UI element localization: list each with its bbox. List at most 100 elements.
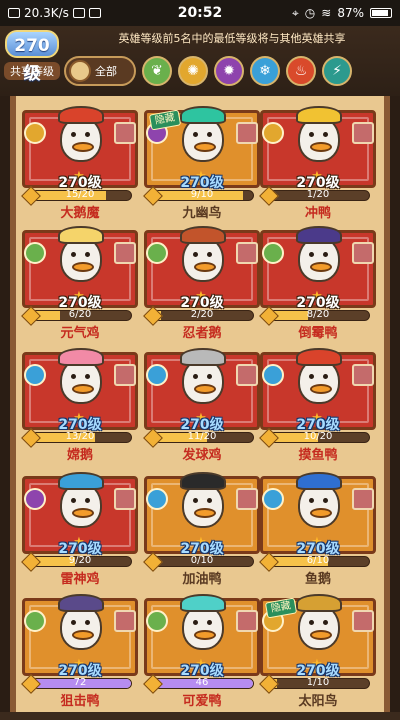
shard-count: 9/20 xyxy=(68,555,92,566)
hero-card[interactable]: ★ 270级 6/20 元气鸡 xyxy=(21,222,138,341)
battery-percent: 87% xyxy=(337,6,364,20)
element-icon xyxy=(24,488,46,510)
shard-count: 8/20 xyxy=(306,309,330,320)
filter-all-label: 全部 xyxy=(95,65,117,78)
crossed-swords-icon xyxy=(236,488,258,510)
shard-count: 1/10 xyxy=(306,677,330,688)
hero-card[interactable]: ★ 270级 8/20 倒霉鸭 xyxy=(259,222,376,341)
leaf-icon: ❦ xyxy=(151,63,163,79)
hero-name: 摸鱼鸭 xyxy=(298,448,338,463)
shared-level-value: 270级 xyxy=(5,30,59,84)
hero-name: 冲鸭 xyxy=(304,206,331,221)
shard-count: 0/10 xyxy=(190,555,214,566)
battery-icon xyxy=(370,8,392,18)
hero-card[interactable]: ★ 270级 13/20 嫦鹅 xyxy=(21,344,138,463)
location-icon: ⌖ xyxy=(292,5,299,20)
shared-level-notice: 英雄等级前5名中的最低等级将与其他英雄共享 xyxy=(118,32,346,45)
crossed-swords-icon xyxy=(114,364,136,386)
hero-card[interactable]: ★ 270级 1/20 冲鸭 xyxy=(259,102,376,221)
sun-icon: ✺ xyxy=(187,63,199,79)
signal-icon xyxy=(8,8,20,18)
hero-card[interactable]: ★ 270级 15/20 大鹅魔 xyxy=(21,102,138,221)
hero-name: 雷神鸡 xyxy=(60,572,100,587)
status-bar: 20.3K/s 20:52 ⌖ ◷ ≋ 87% xyxy=(0,0,400,26)
crossed-swords-icon xyxy=(352,488,374,510)
hero-name: 倒霉鸭 xyxy=(298,326,338,341)
element-icon xyxy=(24,242,46,264)
filter-leaf-button[interactable]: ❦ xyxy=(142,56,172,86)
filter-ice-button[interactable]: ❄ xyxy=(250,56,280,86)
element-icon xyxy=(262,122,284,144)
fire-icon: ♨ xyxy=(294,63,308,79)
crossed-swords-icon xyxy=(236,242,258,264)
clock: 20:52 xyxy=(177,5,223,21)
shard-count: 46 xyxy=(195,677,209,688)
crossed-swords-icon xyxy=(236,122,258,144)
shard-count: 6/20 xyxy=(68,309,92,320)
element-filter-bar: 全部 ❦ ✺ ✹ ❄ ♨ ⚡ xyxy=(64,52,398,90)
hero-card[interactable]: ★ 270级 72 狙击鸭 xyxy=(21,590,138,709)
element-icon xyxy=(146,364,168,386)
hero-card[interactable]: ★ 270级 10/20 摸鱼鸭 xyxy=(259,344,376,463)
hero-card[interactable]: ★ 270级 9/20 雷神鸡 xyxy=(21,468,138,587)
status-right: ⌖ ◷ ≋ 87% xyxy=(242,6,392,21)
filter-dark-button[interactable]: ✹ xyxy=(214,56,244,86)
filter-thunder-button[interactable]: ⚡ xyxy=(322,56,352,86)
thunder-icon: ⚡ xyxy=(332,63,342,79)
shard-count: 72 xyxy=(73,677,87,688)
crossed-swords-icon xyxy=(114,610,136,632)
hero-name: 狙击鸭 xyxy=(60,694,100,709)
hero-header: 270级 共享等级 英雄等级前5名中的最低等级将与其他英雄共享 全部 ❦ ✺ ✹… xyxy=(0,26,400,96)
crossed-swords-icon xyxy=(114,488,136,510)
shard-count: 10/20 xyxy=(303,431,333,442)
hero-name: 加油鸭 xyxy=(182,572,222,587)
element-icon xyxy=(146,242,168,264)
crossed-swords-icon xyxy=(114,122,136,144)
element-icon xyxy=(262,488,284,510)
shared-level-badge[interactable]: 270级 共享等级 xyxy=(4,30,60,90)
crossed-swords-icon xyxy=(352,242,374,264)
element-icon xyxy=(24,122,46,144)
element-icon xyxy=(24,364,46,386)
element-icon xyxy=(146,488,168,510)
hero-card[interactable]: ★ 270级 0/10 加油鸭 xyxy=(143,468,260,587)
shard-count: 1/20 xyxy=(306,189,330,200)
hero-grid: ★ 270级 15/20 大鹅魔 隐藏 ★ 270级 9/10 九幽鸟 ★ 270级 1/20 冲鸭 ★ 2… xyxy=(10,96,390,720)
hero-name: 可爱鸭 xyxy=(182,694,222,709)
shard-count: 6/10 xyxy=(306,555,330,566)
crossed-swords-icon xyxy=(352,364,374,386)
hero-name: 忍者鹅 xyxy=(182,326,222,341)
crossed-swords-icon xyxy=(352,610,374,632)
crossed-swords-icon xyxy=(114,242,136,264)
filter-fire-button[interactable]: ♨ xyxy=(286,56,316,86)
net-speed: 20.3K/s xyxy=(24,6,69,20)
shard-count: 15/20 xyxy=(65,189,95,200)
hero-card[interactable]: 隐藏 ★ 270级 1/10 太阳鸟 xyxy=(259,590,376,709)
alarm-icon: ◷ xyxy=(304,6,316,20)
hero-name: 九幽鸟 xyxy=(182,206,222,221)
hero-card[interactable]: 隐藏 ★ 270级 9/10 九幽鸟 xyxy=(143,102,260,221)
filter-all-button[interactable]: 全部 xyxy=(64,56,136,86)
shard-count: 11/20 xyxy=(187,431,217,442)
element-icon xyxy=(24,610,46,632)
hero-name: 鱼鹅 xyxy=(304,572,331,587)
hero-name: 大鹅魔 xyxy=(60,206,100,221)
element-icon xyxy=(262,364,284,386)
element-icon xyxy=(146,610,168,632)
filter-sun-button[interactable]: ✺ xyxy=(178,56,208,86)
shard-count: 9/10 xyxy=(190,189,214,200)
hero-name: 元气鸡 xyxy=(60,326,100,341)
hero-card[interactable]: ★ 270级 46 可爱鸭 xyxy=(143,590,260,709)
hero-card[interactable]: ★ 270级 11/20 发球鸡 xyxy=(143,344,260,463)
hero-card[interactable]: ★ 270级 6/10 鱼鹅 xyxy=(259,468,376,587)
shared-level-caption: 共享等级 xyxy=(4,62,60,80)
compass-icon xyxy=(69,60,91,82)
element-icon xyxy=(262,242,284,264)
wifi-icon: ≋ xyxy=(321,6,332,20)
hero-name: 太阳鸟 xyxy=(298,694,338,709)
shard-count: 13/20 xyxy=(65,431,95,442)
ice-icon: ❄ xyxy=(259,63,271,79)
app-notification-icon xyxy=(72,8,85,18)
hero-card[interactable]: ★ 270级 2/20 忍者鹅 xyxy=(143,222,260,341)
status-left: 20.3K/s xyxy=(8,6,158,20)
